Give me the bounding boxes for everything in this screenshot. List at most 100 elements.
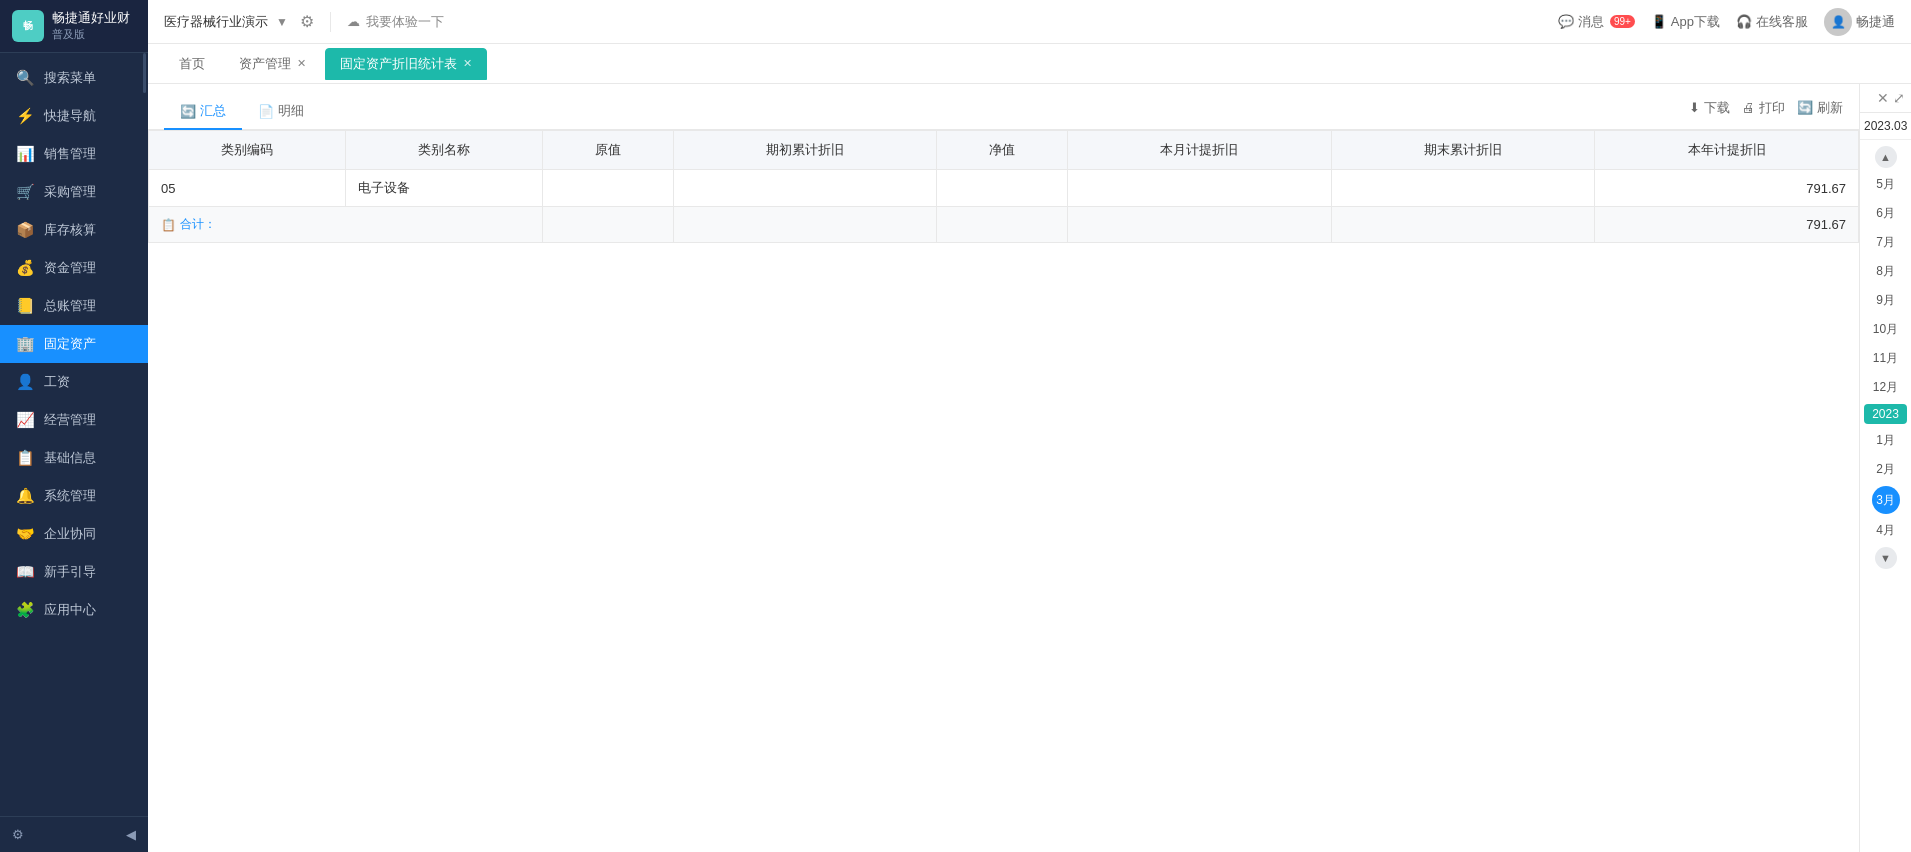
logo-title: 畅捷通好业财 bbox=[52, 10, 130, 27]
sidebar-item-payroll[interactable]: 👤 工资 bbox=[0, 363, 148, 401]
message-btn[interactable]: 💬 消息 99+ bbox=[1558, 13, 1635, 31]
sales-icon: 📊 bbox=[16, 145, 34, 163]
panel-month-6[interactable]: 6月 bbox=[1860, 199, 1911, 228]
service-btn[interactable]: 🎧 在线客服 bbox=[1736, 13, 1808, 31]
panel-month-5[interactable]: 5月 bbox=[1860, 170, 1911, 199]
sum-net-value bbox=[937, 207, 1068, 243]
panel-month-2[interactable]: 2月 bbox=[1860, 455, 1911, 484]
panel-month-9[interactable]: 9月 bbox=[1860, 286, 1911, 315]
summary-label: 汇总 bbox=[200, 102, 226, 120]
panel-month-12[interactable]: 12月 bbox=[1860, 373, 1911, 402]
topbar-right: 💬 消息 99+ 📱 App下载 🎧 在线客服 👤 畅捷通 bbox=[1558, 8, 1895, 36]
sidebar-item-inventory[interactable]: 📦 库存核算 bbox=[0, 211, 148, 249]
ledger-icon: 📒 bbox=[16, 297, 34, 315]
right-panel: ✕ ⤢ 2023.03 ▲ 5月 6月 7月 8月 9月 10月 11月 12月… bbox=[1859, 84, 1911, 852]
message-icon: 💬 bbox=[1558, 14, 1574, 29]
sidebar: 畅 畅捷通好业财 普及版 🔍 搜索菜单 ⚡ 快捷导航 📊 销售管理 bbox=[0, 0, 148, 852]
panel-year-label[interactable]: 2023 bbox=[1864, 404, 1907, 424]
col-name: 类别名称 bbox=[346, 131, 543, 170]
sidebar-item-appcenter[interactable]: 🧩 应用中心 bbox=[0, 591, 148, 629]
topbar-settings-icon[interactable]: ⚙ bbox=[300, 12, 314, 31]
sidebar-nav: 🔍 搜索菜单 ⚡ 快捷导航 📊 销售管理 🛒 采购管理 📦 库存核算 💰 bbox=[0, 53, 148, 816]
download-icon: ⬇ bbox=[1689, 100, 1700, 115]
table-row: 05 电子设备 791.67 bbox=[149, 170, 1859, 207]
sidebar-item-basicinfo[interactable]: 📋 基础信息 bbox=[0, 439, 148, 477]
sidebar-settings-icon[interactable]: ⚙ bbox=[12, 827, 24, 842]
detail-icon: 📄 bbox=[258, 104, 274, 119]
tab-home[interactable]: 首页 bbox=[164, 48, 220, 80]
sysmanage-icon: 🔔 bbox=[16, 487, 34, 505]
tab-fixeddepreciation-close[interactable]: ✕ bbox=[463, 57, 472, 70]
sum-annual-dep: 791.67 bbox=[1595, 207, 1859, 243]
sidebar-item-bizmanage[interactable]: 📈 经营管理 bbox=[0, 401, 148, 439]
col-monthly-dep: 本月计提折旧 bbox=[1067, 131, 1331, 170]
refresh-label: 刷新 bbox=[1817, 99, 1843, 117]
sidebar-item-label: 销售管理 bbox=[44, 145, 96, 163]
sidebar-item-fixedassets[interactable]: 🏢 固定资产 bbox=[0, 325, 148, 363]
row-name: 电子设备 bbox=[346, 170, 543, 207]
row-initial-dep bbox=[673, 170, 937, 207]
sum-initial-dep bbox=[673, 207, 937, 243]
panel-month-3-active[interactable]: 3月 bbox=[1872, 486, 1900, 514]
service-label: 在线客服 bbox=[1756, 13, 1808, 31]
finance-icon: 💰 bbox=[16, 259, 34, 277]
sidebar-item-label: 工资 bbox=[44, 373, 70, 391]
subtab-detail[interactable]: 📄 明细 bbox=[242, 94, 320, 130]
panel-nav-up[interactable]: ▲ bbox=[1875, 146, 1897, 168]
sidebar-item-guide[interactable]: 📖 新手引导 bbox=[0, 553, 148, 591]
refresh-btn[interactable]: 🔄 刷新 bbox=[1797, 99, 1843, 117]
row-monthly-dep bbox=[1067, 170, 1331, 207]
sidebar-item-cooperation[interactable]: 🤝 企业协同 bbox=[0, 515, 148, 553]
sidebar-item-label: 新手引导 bbox=[44, 563, 96, 581]
experience-label: 我要体验一下 bbox=[366, 13, 444, 31]
sidebar-item-label: 应用中心 bbox=[44, 601, 96, 619]
sum-period-end-dep bbox=[1331, 207, 1595, 243]
sum-row: 📋 合计： 791.67 bbox=[149, 207, 1859, 243]
panel-month-8[interactable]: 8月 bbox=[1860, 257, 1911, 286]
service-icon: 🎧 bbox=[1736, 14, 1752, 29]
row-code: 05 bbox=[149, 170, 346, 207]
tab-assetmanage-close[interactable]: ✕ bbox=[297, 57, 306, 70]
panel-month-4[interactable]: 4月 bbox=[1860, 516, 1911, 545]
sidebar-collapse-icon[interactable]: ◀ bbox=[126, 827, 136, 842]
main-area: 医疗器械行业演示 ▼ ⚙ ☁ 我要体验一下 💬 消息 99+ 📱 App下载 🎧… bbox=[148, 0, 1911, 852]
download-label: 下载 bbox=[1704, 99, 1730, 117]
logo-subtitle: 普及版 bbox=[52, 27, 130, 42]
tab-fixeddepreciation[interactable]: 固定资产折旧统计表 ✕ bbox=[325, 48, 487, 80]
sidebar-item-finance[interactable]: 💰 资金管理 bbox=[0, 249, 148, 287]
panel-month-10[interactable]: 10月 bbox=[1860, 315, 1911, 344]
company-dropdown-icon[interactable]: ▼ bbox=[276, 15, 288, 29]
table-header-row: 类别编码 类别名称 原值 期初累计折旧 净值 本月计提折旧 期末累计折旧 本年计… bbox=[149, 131, 1859, 170]
experience-btn[interactable]: ☁ 我要体验一下 bbox=[347, 13, 444, 31]
app-download-icon: 📱 bbox=[1651, 14, 1667, 29]
sidebar-item-ledger[interactable]: 📒 总账管理 bbox=[0, 287, 148, 325]
download-btn[interactable]: ⬇ 下载 bbox=[1689, 99, 1730, 117]
panel-month-7[interactable]: 7月 bbox=[1860, 228, 1911, 257]
sidebar-item-search[interactable]: 🔍 搜索菜单 bbox=[0, 59, 148, 97]
divider bbox=[330, 12, 331, 32]
table-wrapper: 类别编码 类别名称 原值 期初累计折旧 净值 本月计提折旧 期末累计折旧 本年计… bbox=[148, 130, 1859, 852]
print-btn[interactable]: 🖨 打印 bbox=[1742, 99, 1785, 117]
sidebar-item-sales[interactable]: 📊 销售管理 bbox=[0, 135, 148, 173]
panel-nav-down[interactable]: ▼ bbox=[1875, 547, 1897, 569]
sidebar-item-quicknav[interactable]: ⚡ 快捷导航 bbox=[0, 97, 148, 135]
sidebar-item-purchase[interactable]: 🛒 采购管理 bbox=[0, 173, 148, 211]
purchase-icon: 🛒 bbox=[16, 183, 34, 201]
subtab-summary[interactable]: 🔄 汇总 bbox=[164, 94, 242, 130]
user-icon: 👤 bbox=[1831, 15, 1846, 29]
sidebar-footer: ⚙ ◀ bbox=[0, 816, 148, 852]
search-icon: 🔍 bbox=[16, 69, 34, 87]
panel-close-btn[interactable]: ✕ bbox=[1877, 90, 1889, 106]
sum-text: 合计： bbox=[180, 216, 216, 233]
tab-assetmanage[interactable]: 资产管理 ✕ bbox=[224, 48, 321, 80]
tabbar: 首页 资产管理 ✕ 固定资产折旧统计表 ✕ bbox=[148, 44, 1911, 84]
panel-expand-btn[interactable]: ⤢ bbox=[1893, 90, 1905, 106]
app-download-label: App下载 bbox=[1671, 13, 1720, 31]
panel-month-1[interactable]: 1月 bbox=[1860, 426, 1911, 455]
guide-icon: 📖 bbox=[16, 563, 34, 581]
app-download-btn[interactable]: 📱 App下载 bbox=[1651, 13, 1720, 31]
sidebar-item-sysmanage[interactable]: 🔔 系统管理 bbox=[0, 477, 148, 515]
sidebar-item-label: 快捷导航 bbox=[44, 107, 96, 125]
panel-month-11[interactable]: 11月 bbox=[1860, 344, 1911, 373]
user-btn[interactable]: 👤 畅捷通 bbox=[1824, 8, 1895, 36]
